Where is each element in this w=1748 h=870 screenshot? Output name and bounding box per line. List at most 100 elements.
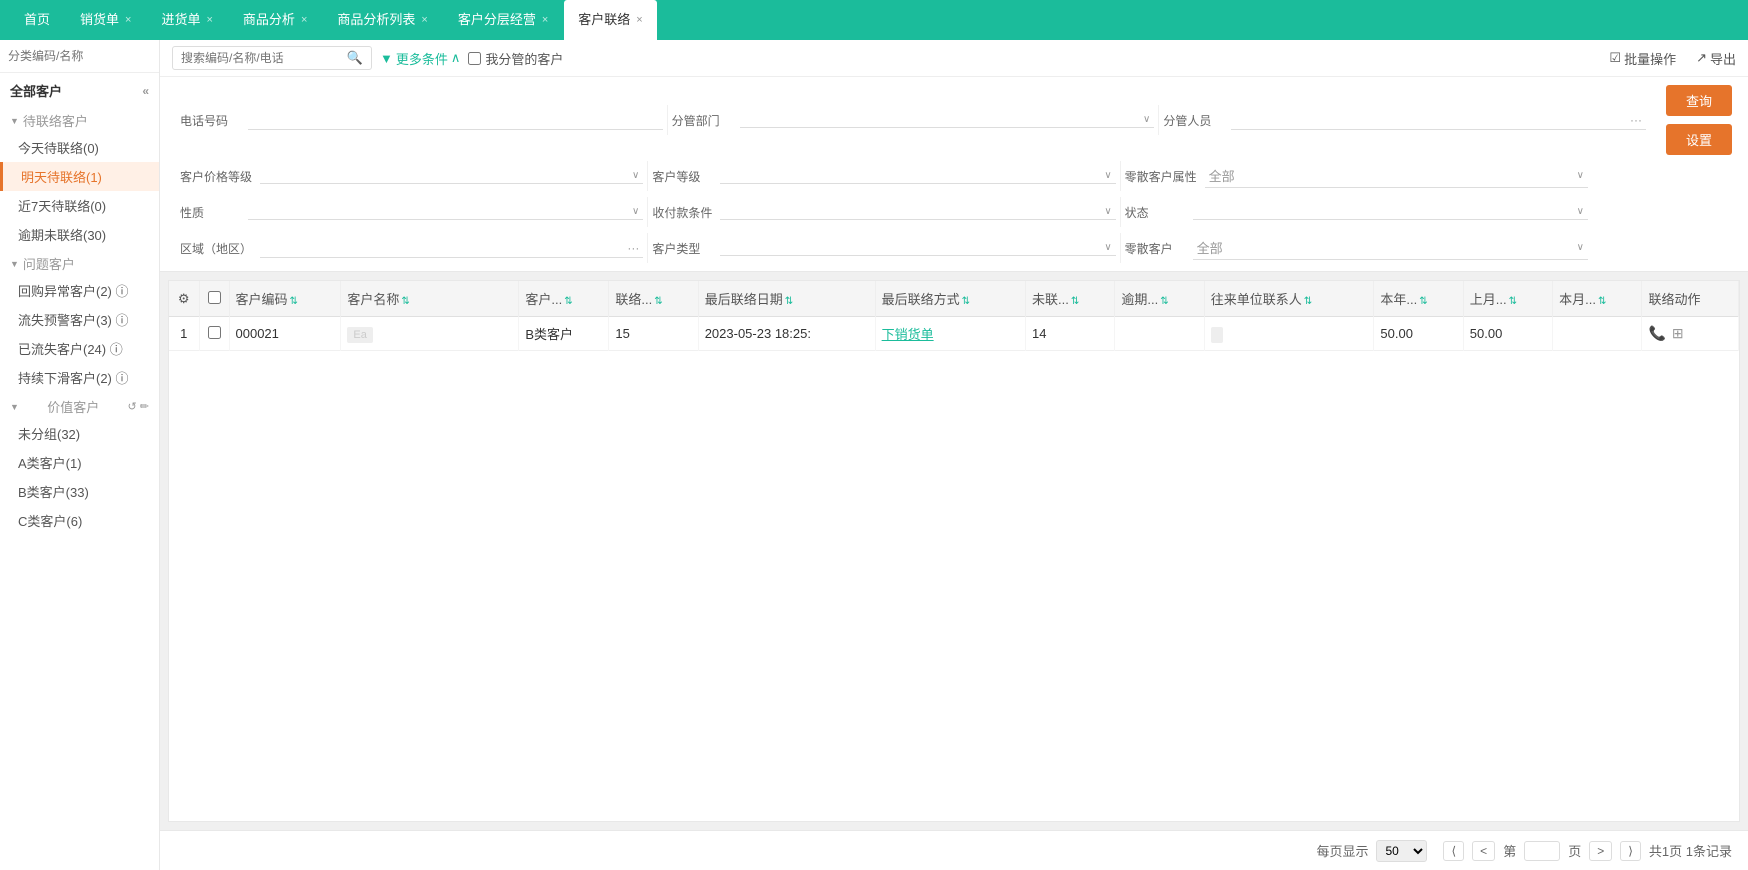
- th-uncontacted[interactable]: 未联...⇅: [1026, 281, 1115, 317]
- th-contact-person[interactable]: 往来单位联系人⇅: [1204, 281, 1374, 317]
- phone-input[interactable]: [248, 111, 663, 130]
- th-code[interactable]: 客户编码⇅: [229, 281, 341, 317]
- filter-retail-customer: 零散客户 全部∨: [1121, 236, 1592, 260]
- filter-payment: 收付款条件 ∨: [648, 204, 1119, 221]
- filter-status: 状态 ∨: [1121, 204, 1592, 221]
- sidebar-collapse-icon[interactable]: «: [142, 84, 149, 98]
- sidebar-item-class-c[interactable]: C类客户(6): [0, 506, 159, 535]
- nav-item-客户联络[interactable]: 客户联络×: [564, 0, 656, 40]
- price-level-select[interactable]: ∨: [260, 168, 643, 184]
- th-checkbox[interactable]: [199, 281, 229, 317]
- th-name[interactable]: 客户名称⇅: [341, 281, 519, 317]
- all-customers-header[interactable]: 全部客户 «: [0, 73, 159, 106]
- manager-dots[interactable]: ···: [1630, 113, 1642, 127]
- sidebar-search-input[interactable]: [8, 49, 160, 63]
- th-last-month[interactable]: 上月...⇅: [1463, 281, 1552, 317]
- manager-select[interactable]: ···: [1231, 111, 1646, 130]
- filter-retail-attr: 零散客户属性 全部∨: [1121, 164, 1592, 188]
- filter-search-input[interactable]: [181, 51, 343, 65]
- my-customers-checkbox[interactable]: 我分管的客户: [468, 49, 563, 68]
- dept-select[interactable]: ∨: [740, 112, 1155, 128]
- sidebar-item-declining[interactable]: 持续下滑客户(2) ⓘ: [0, 363, 159, 392]
- sidebar-item-7days[interactable]: 近7天待联络(0): [0, 191, 159, 220]
- sidebar-item-churned[interactable]: 已流失客户(24) ⓘ: [0, 334, 159, 363]
- per-page-select[interactable]: 50 100 200: [1376, 840, 1427, 862]
- nav-close-icon[interactable]: ×: [125, 0, 131, 40]
- nav-item-商品分析[interactable]: 商品分析×: [229, 0, 321, 40]
- nav-item-商品分析列表[interactable]: 商品分析列表×: [323, 0, 441, 40]
- more-conditions-button[interactable]: ▼ 更多条件 ∧: [380, 49, 460, 68]
- last-page-button[interactable]: ⟩: [1620, 841, 1641, 861]
- nav-item-进货单[interactable]: 进货单×: [147, 0, 226, 40]
- value-group-icons[interactable]: ↺ ✏: [128, 400, 150, 413]
- payment-label: 收付款条件: [652, 204, 712, 221]
- sidebar-item-tomorrow[interactable]: 明天待联络(1): [0, 162, 159, 191]
- td-last-method[interactable]: 下销货单: [875, 317, 1025, 351]
- action-icons-container: 📞 ⊞: [1648, 325, 1732, 342]
- my-customers-check[interactable]: [468, 52, 481, 65]
- nav-close-icon[interactable]: ×: [636, 0, 642, 40]
- th-overdue[interactable]: 逾期...⇅: [1115, 281, 1204, 317]
- nav-close-icon[interactable]: ×: [542, 0, 548, 40]
- last-method-link[interactable]: 下销货单: [882, 327, 934, 342]
- sidebar-item-repurchase-abnormal[interactable]: 回购异常客户(2) ⓘ: [0, 276, 159, 305]
- customer-level-select[interactable]: ∨: [720, 168, 1115, 184]
- payment-select[interactable]: ∨: [720, 204, 1115, 220]
- query-button[interactable]: 查询: [1666, 85, 1732, 116]
- bulk-action-button[interactable]: ☑ 批量操作: [1609, 49, 1676, 68]
- filter-customer-type: 客户类型 ∨: [648, 240, 1119, 257]
- customer-type-select[interactable]: ∨: [720, 240, 1115, 256]
- settings-button[interactable]: 设置: [1666, 124, 1732, 155]
- row-checkbox[interactable]: [208, 326, 221, 339]
- group-label-value: 价值客户 ↺ ✏: [0, 392, 159, 419]
- pagination-bar: 每页显示 50 100 200 ⟨ < 第 1 页 > ⟩ 共1页 1条记录: [160, 830, 1748, 870]
- prev-page-button[interactable]: <: [1472, 841, 1495, 861]
- sidebar-item-churn-warning[interactable]: 流失预警客户(3) ⓘ: [0, 305, 159, 334]
- td-last-date: 2023-05-23 18:25:: [698, 317, 875, 351]
- status-select[interactable]: ∨: [1193, 204, 1588, 220]
- group-label-problem: 问题客户: [0, 249, 159, 276]
- sidebar-item-overdue[interactable]: 逾期未联络(30): [0, 220, 159, 249]
- td-this-year: 50.00: [1374, 317, 1463, 351]
- nav-close-icon[interactable]: ×: [206, 0, 212, 40]
- filter-price-level: 客户价格等级 ∨: [176, 168, 647, 185]
- page-number-input[interactable]: 1: [1524, 841, 1560, 861]
- filter-search-icon[interactable]: 🔍: [347, 50, 363, 66]
- filter-search-box: 🔍: [172, 46, 372, 70]
- nature-select[interactable]: ∨: [248, 204, 643, 220]
- region-dots[interactable]: ···: [627, 241, 639, 255]
- sidebar-item-class-a[interactable]: A类客户(1): [0, 448, 159, 477]
- region-select[interactable]: ···: [260, 239, 643, 258]
- th-last-method[interactable]: 最后联络方式⇅: [875, 281, 1025, 317]
- contact-person-masked: [1211, 327, 1223, 343]
- filter-phone: 电话号码: [176, 111, 667, 130]
- select-all-checkbox[interactable]: [208, 291, 221, 304]
- export-button[interactable]: ↗ 导出: [1696, 49, 1736, 68]
- next-page-button[interactable]: >: [1589, 841, 1612, 861]
- qr-action-icon[interactable]: ⊞: [1672, 325, 1684, 342]
- nav-item-销货单[interactable]: 销货单×: [66, 0, 145, 40]
- sidebar-item-class-b[interactable]: B类客户(33): [0, 477, 159, 506]
- th-settings[interactable]: ⚙: [169, 281, 199, 317]
- td-row-checkbox[interactable]: [199, 317, 229, 351]
- retail-attr-select[interactable]: 全部∨: [1205, 164, 1588, 188]
- per-page-label: 每页显示: [1316, 841, 1368, 860]
- th-last-date[interactable]: 最后联络日期⇅: [698, 281, 875, 317]
- th-this-month[interactable]: 本月...⇅: [1553, 281, 1642, 317]
- table-header-row: ⚙ 客户编码⇅ 客户名称⇅ 客户...⇅ 联络...⇅ 最后联络日期⇅ 最后联络…: [169, 281, 1739, 317]
- page-suffix: 页: [1568, 841, 1581, 860]
- phone-action-icon[interactable]: 📞: [1648, 325, 1665, 342]
- sidebar-item-ungrouped[interactable]: 未分组(32): [0, 419, 159, 448]
- th-this-year[interactable]: 本年...⇅: [1374, 281, 1463, 317]
- th-contact-count[interactable]: 联络...⇅: [609, 281, 698, 317]
- sidebar-item-today[interactable]: 今天待联络(0): [0, 133, 159, 162]
- nav-close-icon[interactable]: ×: [301, 0, 307, 40]
- main-layout: 🔍 全部客户 « 待联络客户 今天待联络(0) 明天待联络(1) 近7天待联络(…: [0, 40, 1748, 870]
- advanced-filter-panel: 电话号码 分管部门 ∨ 分管人员 ···: [160, 77, 1748, 272]
- nav-close-icon[interactable]: ×: [421, 0, 427, 40]
- nav-item-客户分层经营[interactable]: 客户分层经营×: [444, 0, 562, 40]
- first-page-button[interactable]: ⟨: [1443, 841, 1464, 861]
- th-type[interactable]: 客户...⇅: [519, 281, 609, 317]
- retail-customer-select[interactable]: 全部∨: [1193, 236, 1588, 260]
- nav-item-首页[interactable]: 首页: [10, 0, 64, 40]
